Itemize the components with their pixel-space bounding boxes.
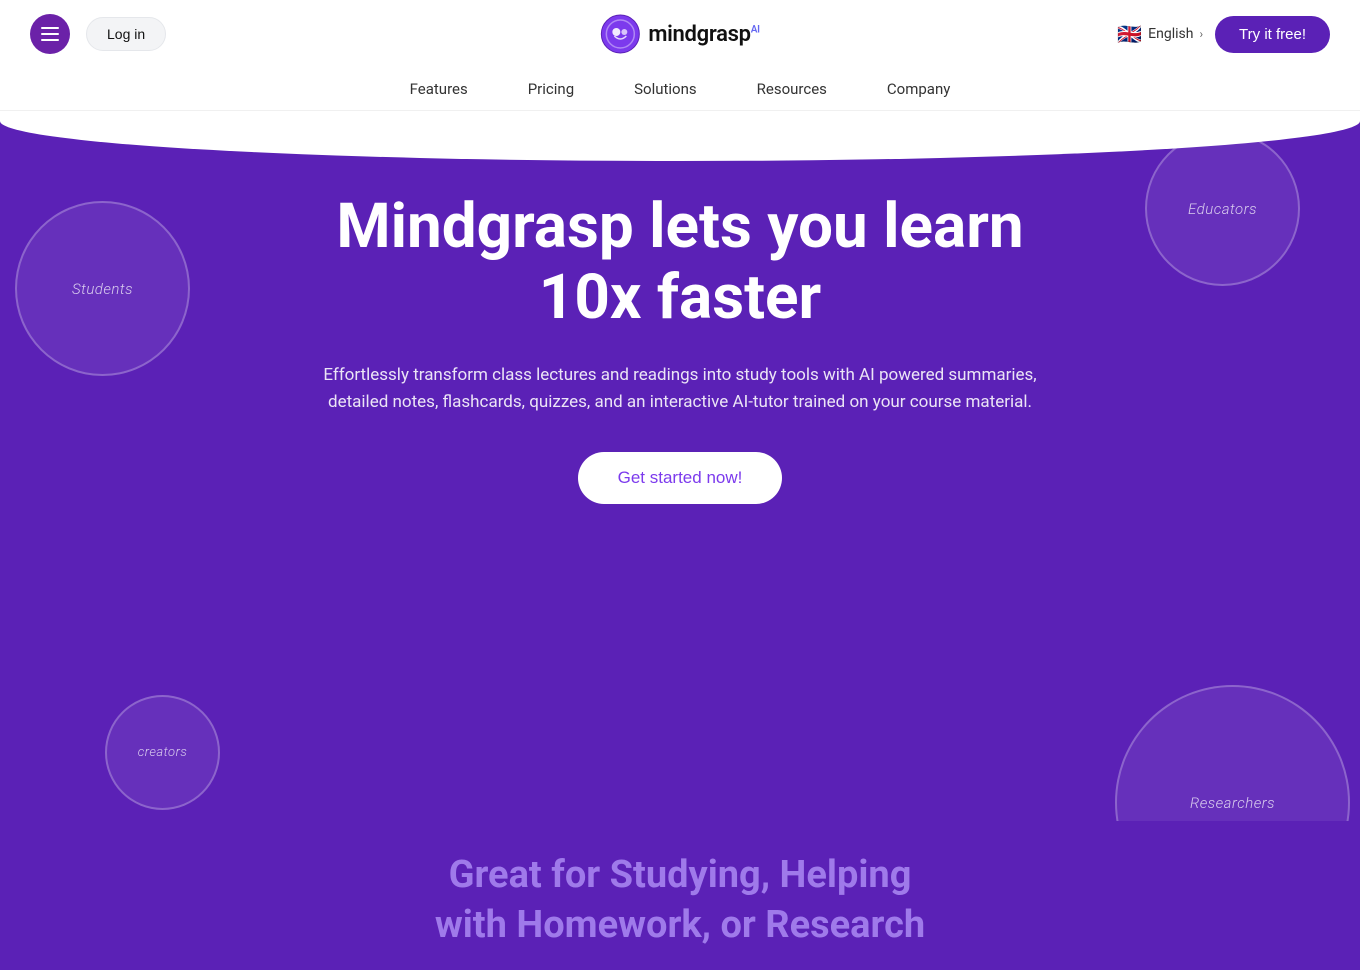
nav-item-resources[interactable]: Resources: [757, 80, 827, 98]
researchers-label: Researchers: [1190, 794, 1275, 812]
logo-icon: [600, 14, 640, 54]
menu-button[interactable]: [30, 14, 70, 54]
bottom-title: Great for Studying, Helping with Homewor…: [20, 851, 1340, 950]
nav-item-features[interactable]: Features: [410, 80, 468, 98]
hero-subtitle: Effortlessly transform class lectures an…: [320, 362, 1040, 416]
logo[interactable]: mindgraspAI: [600, 14, 759, 54]
nav-item-pricing[interactable]: Pricing: [528, 80, 574, 98]
header: Log in mindgraspAI 🇬🇧 English › Try it f…: [0, 0, 1360, 68]
login-button[interactable]: Log in: [86, 17, 166, 51]
logo-text: mindgraspAI: [648, 22, 759, 47]
nav-item-solutions[interactable]: Solutions: [634, 80, 697, 98]
flag-icon: 🇬🇧: [1117, 22, 1142, 46]
hero-content: Mindgrasp lets you learn 10x faster Effo…: [0, 151, 1360, 504]
header-right: 🇬🇧 English › Try it free!: [1117, 16, 1330, 53]
navbar: Features Pricing Solutions Resources Com…: [0, 68, 1360, 111]
header-left: Log in: [30, 14, 166, 54]
hero-title: Mindgrasp lets you learn 10x faster: [20, 191, 1340, 334]
nav-item-company[interactable]: Company: [887, 80, 950, 98]
get-started-button[interactable]: Get started now!: [578, 452, 783, 504]
chevron-down-icon: ›: [1199, 27, 1203, 41]
hero-section: Students Educators creators Researchers …: [0, 111, 1360, 970]
try-free-button[interactable]: Try it free!: [1215, 16, 1330, 53]
circle-creators: creators: [105, 695, 220, 810]
bottom-section: Great for Studying, Helping with Homewor…: [0, 821, 1360, 970]
language-selector[interactable]: 🇬🇧 English ›: [1117, 22, 1203, 46]
creators-label: creators: [138, 745, 188, 760]
lang-label: English: [1148, 26, 1193, 42]
